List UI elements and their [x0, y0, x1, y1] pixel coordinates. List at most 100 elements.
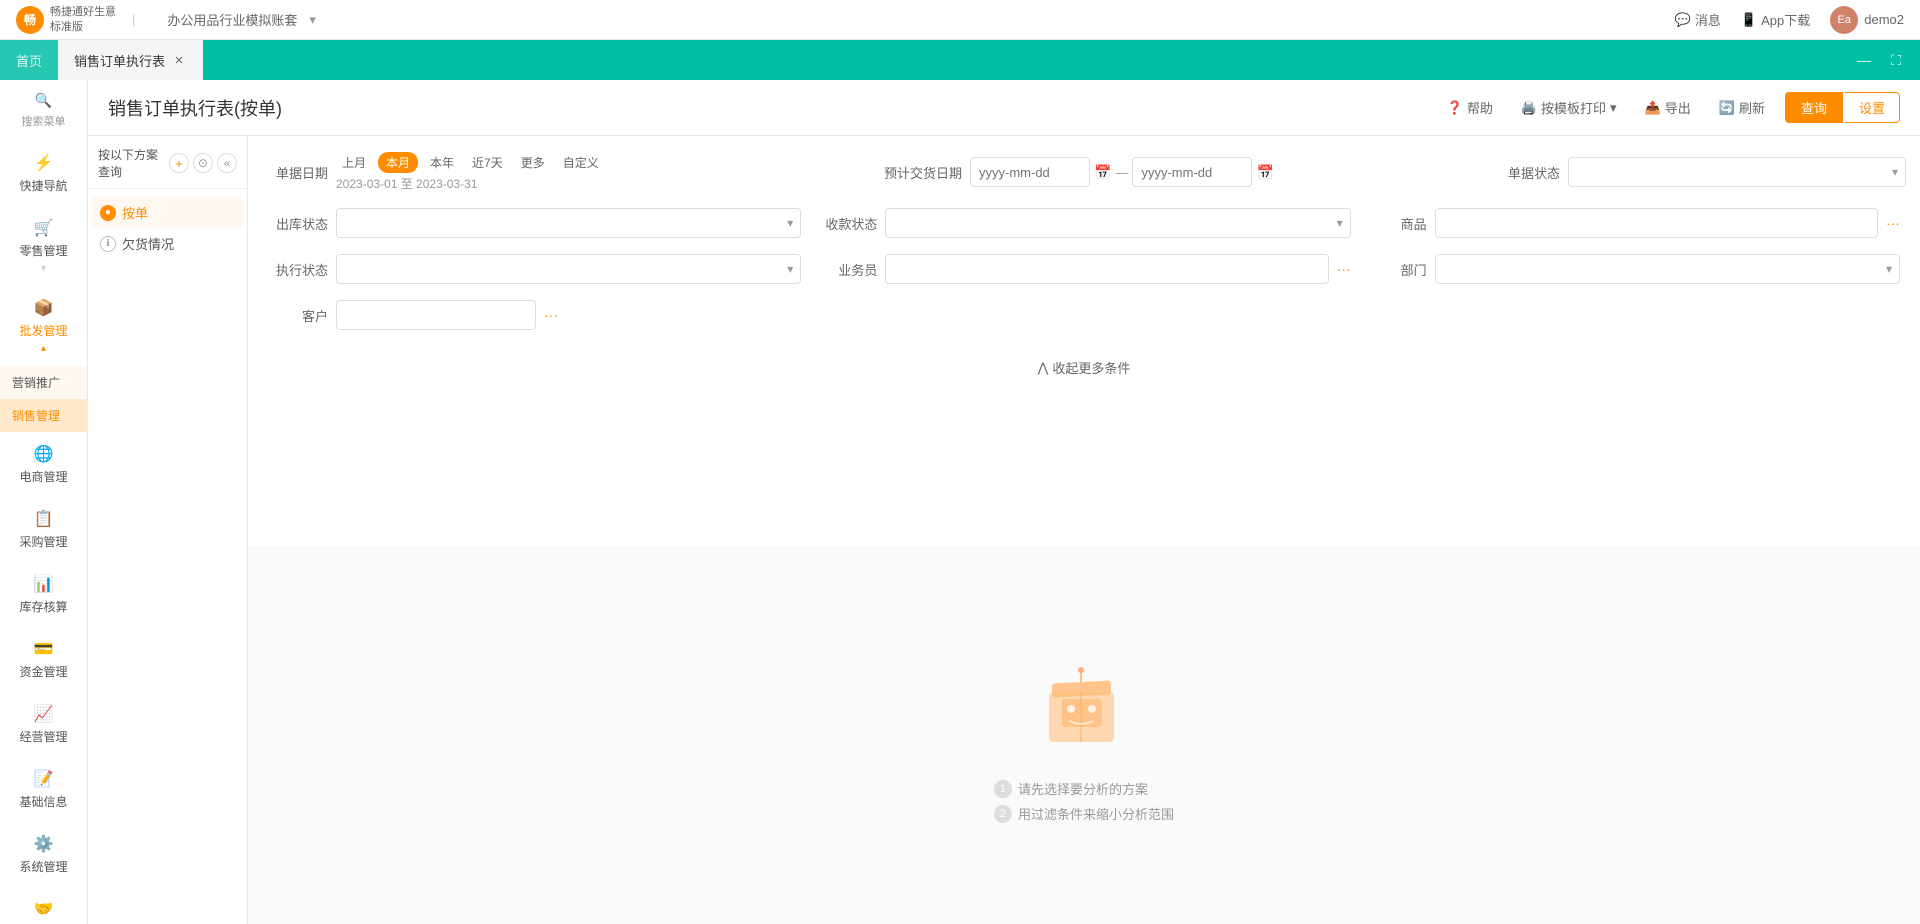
- empty-hint-2: 2 用过滤条件来缩小分析范围: [994, 804, 1174, 823]
- left-panel: 按以下方案查询 + ⊙ «: [88, 136, 248, 924]
- filter-field-collection-status: 收款状态: [817, 208, 1350, 238]
- logo-icon: 畅: [16, 6, 44, 34]
- top-bar-title-dropdown-icon[interactable]: ▾: [309, 12, 316, 28]
- date-to-cal-icon[interactable]: 📅: [1256, 164, 1273, 181]
- print-icon: 🖨️: [1521, 100, 1537, 116]
- doc-status-select[interactable]: [1568, 157, 1906, 187]
- app-download-action[interactable]: 📱 App下载: [1741, 10, 1810, 29]
- filter-row-2: 出库状态 收款状态: [268, 208, 1900, 238]
- user-avatar: Ea: [1830, 6, 1858, 34]
- scheme-item-欠货情况[interactable]: ℹ 欠货情况: [92, 228, 243, 259]
- logo-text: 畅捷通好生意 标准版: [50, 5, 116, 34]
- nav-maximize-icon[interactable]: ⛶: [1884, 48, 1908, 72]
- sidebar-item-inventory[interactable]: 📊 库存核算: [0, 562, 87, 627]
- dept-label: 部门: [1367, 260, 1427, 279]
- scheme-settings-button[interactable]: ⊙: [193, 153, 213, 173]
- collection-status-select[interactable]: [885, 208, 1350, 238]
- query-button[interactable]: 查询: [1785, 92, 1843, 123]
- quick-date-last-month[interactable]: 上月: [336, 152, 372, 173]
- add-icon: +: [175, 156, 183, 171]
- empty-box-svg: [1034, 657, 1134, 757]
- help-button[interactable]: ❓ 帮助: [1439, 94, 1501, 121]
- quick-date-this-year[interactable]: 本年: [424, 152, 460, 173]
- sidebar-item-ecommerce[interactable]: 🌐 电商管理: [0, 432, 87, 497]
- sidebar-item-system[interactable]: ⚙️ 系统管理: [0, 822, 87, 887]
- sidebar-item-finance[interactable]: 💳 资金管理: [0, 627, 87, 692]
- message-action[interactable]: 💬 消息: [1675, 10, 1721, 29]
- page-title: 销售订单执行表(按单): [108, 95, 282, 121]
- system-icon: ⚙️: [34, 834, 54, 854]
- ecommerce-icon: 🌐: [34, 444, 54, 464]
- collapse-left-panel-button[interactable]: «: [217, 153, 237, 173]
- filter-row-4: 客户 ···: [268, 300, 1900, 330]
- scheme-item-按单[interactable]: ● 按单: [92, 197, 243, 228]
- refresh-button[interactable]: 🔄 刷新: [1711, 94, 1773, 121]
- main-content: 按以下方案查询 + ⊙ «: [88, 136, 1920, 924]
- message-icon: 💬: [1675, 12, 1691, 28]
- app-download-icon: 📱: [1741, 12, 1757, 28]
- collapse-filter-arrow-icon: ⋀: [1038, 360, 1049, 376]
- filter-field-doc-date: 单据日期 上月 本月 本年 近7天 更多 自定义 20: [268, 152, 868, 192]
- wholesale-icon: 📦: [34, 298, 54, 318]
- filter-field-dept: 部门: [1367, 254, 1900, 284]
- sidebar-item-search[interactable]: 🔍 搜索菜单: [0, 80, 87, 141]
- top-bar-left: 畅 畅捷通好生意 标准版 | 办公用品行业模拟账套 ▾: [16, 5, 316, 34]
- filter-field-product: 商品 ···: [1367, 208, 1900, 238]
- nav-minimize-icon[interactable]: —: [1852, 48, 1876, 72]
- customer-label: 客户: [268, 306, 328, 325]
- top-bar-title: 办公用品行业模拟账套: [167, 10, 297, 29]
- logo-area: 畅 畅捷通好生意 标准版: [16, 5, 116, 34]
- nav-tabs: 首页 销售订单执行表 ✕ — ⛶: [0, 40, 1920, 80]
- add-scheme-button[interactable]: +: [169, 153, 189, 173]
- date-from-cal-icon[interactable]: 📅: [1094, 164, 1111, 181]
- sidebar-item-wholesale[interactable]: 📦 批发管理 ▴: [0, 286, 87, 366]
- date-range-text: 2023-03-01 至 2023-03-31: [336, 175, 868, 192]
- enterprise-icon: 🤝: [34, 899, 54, 919]
- product-input[interactable]: [1435, 208, 1878, 238]
- tab-sales-order-exec[interactable]: 销售订单执行表 ✕: [58, 40, 203, 80]
- wholesale-submenu: 营销推广 销售管理: [0, 366, 87, 432]
- filter-field-customer: 客户 ···: [268, 300, 558, 330]
- sidebar: 🔍 搜索菜单 ⚡ 快捷导航 🛒 零售管理 ▾ 📦 批发管理 ▴ 营销推广 销售管…: [0, 80, 88, 924]
- settings-button[interactable]: 设置: [1845, 92, 1900, 123]
- print-dropdown-icon[interactable]: ▾: [1610, 100, 1617, 116]
- customer-more-icon[interactable]: ···: [544, 307, 558, 323]
- submenu-item-marketing[interactable]: 营销推广: [0, 366, 87, 399]
- product-more-icon[interactable]: ···: [1886, 215, 1900, 231]
- left-panel-title: 按以下方案查询: [98, 146, 169, 180]
- template-print-button[interactable]: 🖨️ 按模板打印 ▾: [1513, 94, 1625, 121]
- salesperson-input[interactable]: [885, 254, 1328, 284]
- expected-date-from-input[interactable]: [970, 157, 1090, 187]
- main-layout: 🔍 搜索菜单 ⚡ 快捷导航 🛒 零售管理 ▾ 📦 批发管理 ▴ 营销推广 销售管…: [0, 80, 1920, 924]
- delivery-status-label: 出库状态: [268, 214, 328, 233]
- salesperson-more-icon[interactable]: ···: [1337, 261, 1351, 277]
- user-menu[interactable]: Ea demo2: [1830, 6, 1904, 34]
- tab-home[interactable]: 首页: [0, 40, 58, 80]
- expected-date-to-input[interactable]: [1132, 157, 1252, 187]
- delivery-status-select[interactable]: [336, 208, 801, 238]
- dept-select[interactable]: [1435, 254, 1900, 284]
- sidebar-item-purchase[interactable]: 📋 采购管理: [0, 497, 87, 562]
- delivery-status-select-wrapper: [336, 208, 801, 238]
- retail-icon: 🛒: [34, 218, 54, 238]
- customer-input[interactable]: [336, 300, 536, 330]
- export-icon: 📤: [1645, 100, 1661, 116]
- sidebar-item-operations[interactable]: 📈 经营管理: [0, 692, 87, 757]
- sidebar-item-retail[interactable]: 🛒 零售管理 ▾: [0, 206, 87, 286]
- collapse-filter-button[interactable]: ⋀ 收起更多条件: [1038, 358, 1131, 377]
- collapse-filter-area: ⋀ 收起更多条件: [268, 350, 1900, 385]
- export-button[interactable]: 📤 导出: [1637, 94, 1699, 121]
- submenu-item-sales[interactable]: 销售管理: [0, 399, 87, 432]
- sidebar-item-quick-nav[interactable]: ⚡ 快捷导航: [0, 141, 87, 206]
- quick-date-more[interactable]: 更多: [515, 152, 551, 173]
- quick-date-this-month[interactable]: 本月: [378, 152, 418, 173]
- filter-field-exec-status: 执行状态: [268, 254, 801, 284]
- dept-select-wrapper: [1435, 254, 1900, 284]
- quick-date-7days[interactable]: 近7天: [466, 152, 509, 173]
- tab-close-icon[interactable]: ✕: [171, 52, 187, 68]
- quick-date-custom[interactable]: 自定义: [557, 152, 605, 173]
- sidebar-item-enterprise[interactable]: 🤝 企业协同: [0, 887, 87, 924]
- scheme-info-icon: ℹ: [100, 236, 116, 252]
- sidebar-item-basic[interactable]: 📝 基础信息: [0, 757, 87, 822]
- exec-status-select[interactable]: [336, 254, 801, 284]
